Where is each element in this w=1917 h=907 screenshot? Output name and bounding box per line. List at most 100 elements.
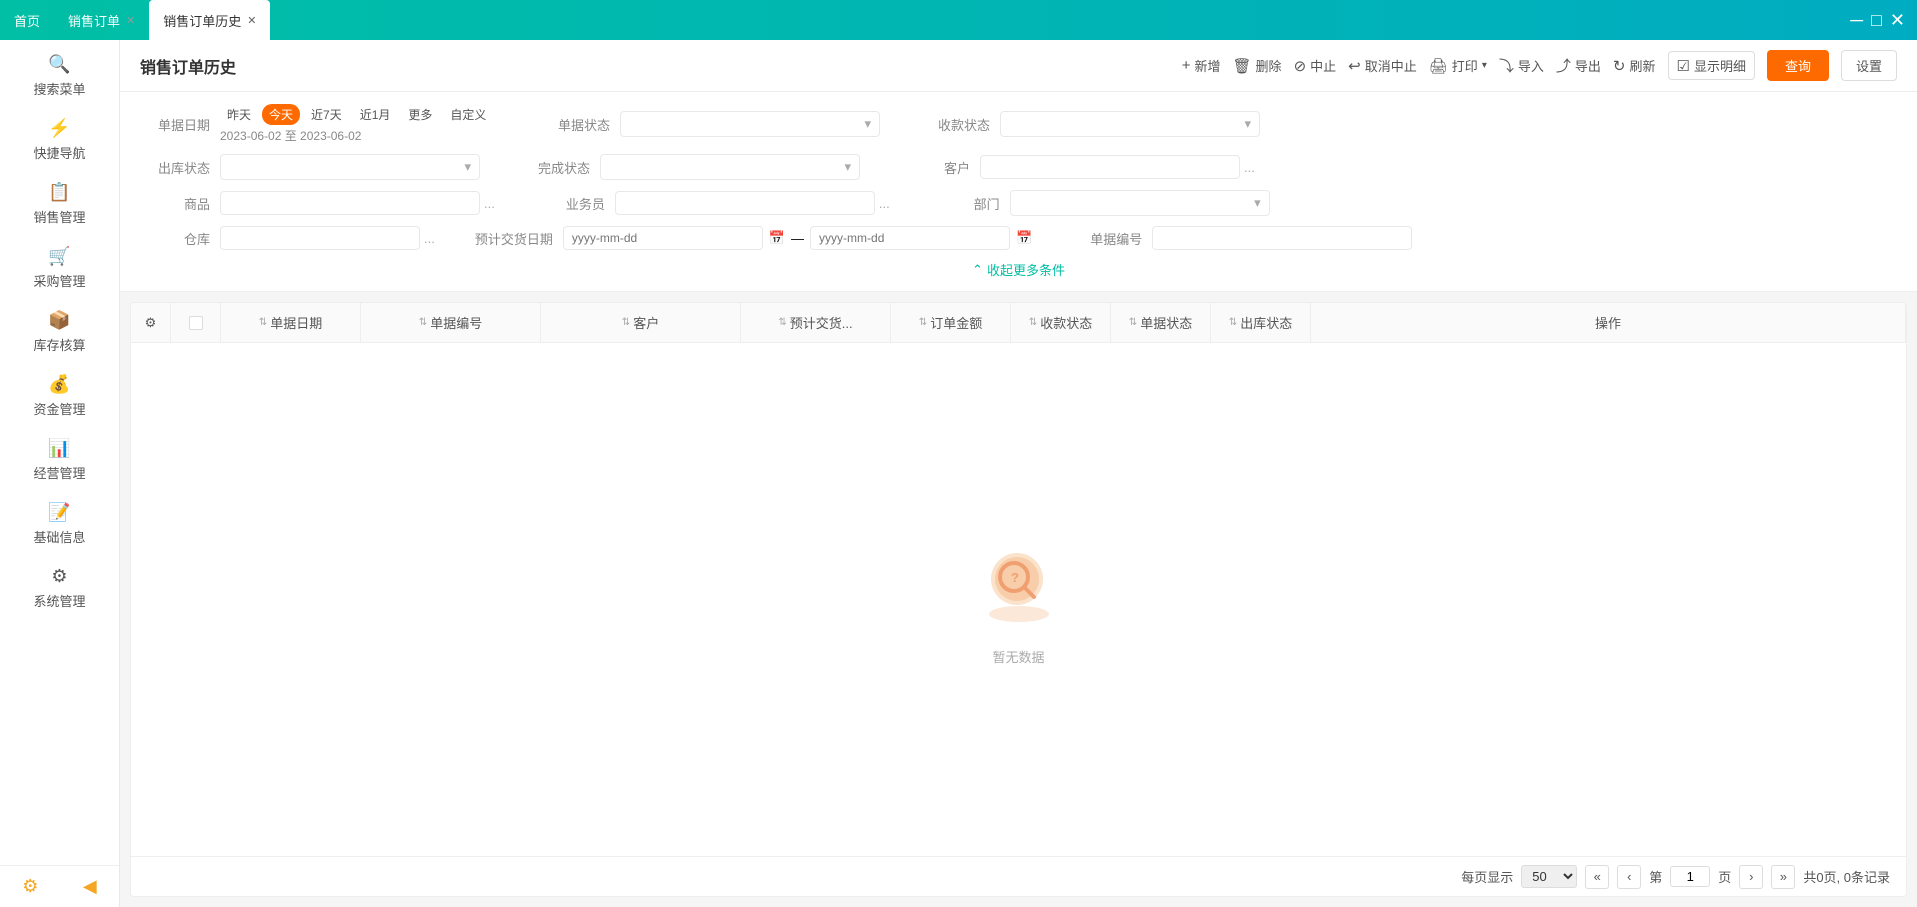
- cancel-stop-button[interactable]: ↩ 取消中止: [1348, 56, 1417, 75]
- minimize-icon[interactable]: ─: [1850, 10, 1863, 31]
- tab-sales-order-history[interactable]: 销售订单历史 ✕: [149, 0, 270, 40]
- th-date[interactable]: ⇅ 单据日期: [221, 303, 361, 343]
- new-button[interactable]: + 新增: [1182, 56, 1221, 75]
- th-settings[interactable]: ⚙: [131, 303, 171, 343]
- th-payment[interactable]: ⇅ 收款状态: [1011, 303, 1111, 343]
- sidebar-item-basic[interactable]: 📝 基础信息: [0, 492, 119, 556]
- sidebar-item-operation[interactable]: 📊 经营管理: [0, 428, 119, 492]
- th-amount[interactable]: ⇅ 订单金额: [891, 303, 1011, 343]
- set-button[interactable]: 设置: [1841, 50, 1897, 81]
- operation-icon: 📊: [48, 438, 70, 459]
- delete-button[interactable]: 🗑 删除: [1233, 56, 1282, 75]
- date-last1month[interactable]: 近1月: [353, 104, 398, 125]
- calendar-to-icon[interactable]: 📅: [1016, 230, 1032, 246]
- th-bill-status[interactable]: ⇅ 单据状态: [1111, 303, 1211, 343]
- sidebar-item-search[interactable]: 🔍 搜索菜单: [0, 44, 119, 108]
- table-header: ⚙ ⇅ 单据日期 ⇅ 单据编号 ⇅ 客户 ⇅: [131, 303, 1906, 343]
- date-btns: 昨天 今天 近7天 近1月 更多 自定义: [220, 104, 500, 125]
- th-delivery[interactable]: ⇅ 预计交货...: [741, 303, 891, 343]
- maximize-icon[interactable]: □: [1871, 10, 1882, 31]
- complete-status-select[interactable]: ▾: [600, 154, 860, 180]
- customer-input[interactable]: [980, 155, 1240, 179]
- customer-dots[interactable]: ...: [1244, 160, 1255, 175]
- delivery-date-to[interactable]: [810, 226, 1010, 250]
- table-body: ? 暂无数据: [131, 343, 1906, 856]
- bill-number-input[interactable]: [1152, 226, 1412, 250]
- calendar-from-icon[interactable]: 📅: [769, 230, 785, 246]
- sidebar-item-sales-label: 销售管理: [33, 207, 85, 226]
- dept-select[interactable]: ▾: [1010, 190, 1270, 216]
- tab-sales-order[interactable]: 销售订单 ✕: [54, 0, 149, 40]
- out-status-select[interactable]: ▾: [220, 154, 480, 180]
- collapse-row[interactable]: ⌃ 收起更多条件: [140, 260, 1897, 279]
- print-arrow-icon: ▾: [1482, 60, 1487, 71]
- filter-row-4: 仓库 ... 预计交货日期 📅 — 📅 单据编号: [140, 226, 1897, 250]
- sidebar-collapse-icon[interactable]: ◀: [83, 876, 97, 897]
- prev-page-button[interactable]: ‹: [1617, 865, 1641, 889]
- delivery-date-field: 📅 — 📅: [563, 226, 1032, 250]
- warehouse-dots[interactable]: ...: [424, 231, 435, 246]
- sidebar-item-inventory[interactable]: 📦 库存核算: [0, 300, 119, 364]
- th-bill-status-sort-icon: ⇅: [1129, 317, 1137, 328]
- product-dots[interactable]: ...: [484, 196, 495, 211]
- tab-sales-order-close[interactable]: ✕: [126, 14, 135, 27]
- tab-home-label: 首页: [14, 11, 40, 30]
- new-icon: +: [1182, 57, 1191, 74]
- import-button[interactable]: ⤵ 导入: [1499, 55, 1544, 76]
- sidebar-item-purchase[interactable]: 🛒 采购管理: [0, 236, 119, 300]
- sidebar-item-finance-label: 资金管理: [33, 399, 85, 418]
- page-input[interactable]: 1: [1670, 866, 1710, 887]
- tab-sales-order-history-close[interactable]: ✕: [247, 14, 256, 27]
- tab-home[interactable]: 首页: [0, 0, 54, 40]
- select-all-checkbox[interactable]: [189, 316, 203, 330]
- product-field: ...: [220, 191, 495, 215]
- date-more[interactable]: 更多: [401, 104, 439, 125]
- first-page-button[interactable]: «: [1585, 865, 1609, 889]
- query-button[interactable]: 查询: [1767, 50, 1829, 81]
- payment-status-select[interactable]: ▾: [1000, 111, 1260, 137]
- sidebar-settings-icon[interactable]: ⚙: [22, 876, 38, 897]
- th-customer[interactable]: ⇅ 客户: [541, 303, 741, 343]
- th-out-status[interactable]: ⇅ 出库状态: [1211, 303, 1311, 343]
- th-delivery-sort-icon: ⇅: [778, 317, 786, 328]
- stop-icon: ⊘: [1294, 57, 1307, 75]
- th-order-no[interactable]: ⇅ 单据编号: [361, 303, 541, 343]
- stop-button[interactable]: ⊘ 中止: [1294, 56, 1337, 75]
- date-yesterday[interactable]: 昨天: [220, 104, 258, 125]
- content: 销售订单历史 + 新增 🗑 删除 ⊘ 中止 ↩ 取消中止: [120, 40, 1917, 907]
- th-bill-status-label: 单据状态: [1140, 313, 1192, 332]
- salesman-input[interactable]: [615, 191, 875, 215]
- per-page-select[interactable]: 50 10 20 100: [1521, 865, 1577, 888]
- sidebar-item-quick-nav[interactable]: ⚡ 快捷导航: [0, 108, 119, 172]
- salesman-field: ...: [615, 191, 890, 215]
- refresh-button[interactable]: ↻ 刷新: [1613, 56, 1656, 75]
- date-today[interactable]: 今天: [262, 104, 300, 125]
- sidebar-item-system-label: 系统管理: [33, 591, 85, 610]
- sidebar-item-system[interactable]: ⚙ 系统管理: [0, 556, 119, 620]
- print-button[interactable]: 🖨 打印 ▾: [1429, 56, 1487, 75]
- settings-icon[interactable]: ⚙: [145, 315, 157, 331]
- product-input[interactable]: [220, 191, 480, 215]
- date-range: 2023-06-02 至 2023-06-02: [220, 127, 500, 144]
- export-button[interactable]: ⤴ 导出: [1556, 55, 1601, 76]
- delivery-date-from[interactable]: [563, 226, 763, 250]
- th-payment-sort-icon: ⇅: [1029, 317, 1037, 328]
- salesman-dots[interactable]: ...: [879, 196, 890, 211]
- show-detail-button[interactable]: ☑ 显示明细: [1668, 51, 1755, 80]
- top-bar: 首页 销售订单 ✕ 销售订单历史 ✕ ─ □ ✕: [0, 0, 1917, 40]
- date-custom[interactable]: 自定义: [443, 104, 493, 125]
- th-delivery-label: 预计交货...: [790, 313, 853, 332]
- bill-status-select[interactable]: ▾: [620, 111, 880, 137]
- window-close-icon[interactable]: ✕: [1890, 10, 1905, 31]
- finance-icon: 💰: [48, 374, 70, 395]
- salesman-label: 业务员: [535, 194, 615, 213]
- dept-chevron: ▾: [1254, 195, 1261, 211]
- last-page-button[interactable]: »: [1771, 865, 1795, 889]
- date-last7[interactable]: 近7天: [304, 104, 349, 125]
- page-label: 第: [1649, 867, 1662, 886]
- sidebar-item-finance[interactable]: 💰 资金管理: [0, 364, 119, 428]
- sidebar-item-sales[interactable]: 📋 销售管理: [0, 172, 119, 236]
- next-page-button[interactable]: ›: [1739, 865, 1763, 889]
- sidebar-item-basic-label: 基础信息: [33, 527, 85, 546]
- warehouse-input[interactable]: [220, 226, 420, 250]
